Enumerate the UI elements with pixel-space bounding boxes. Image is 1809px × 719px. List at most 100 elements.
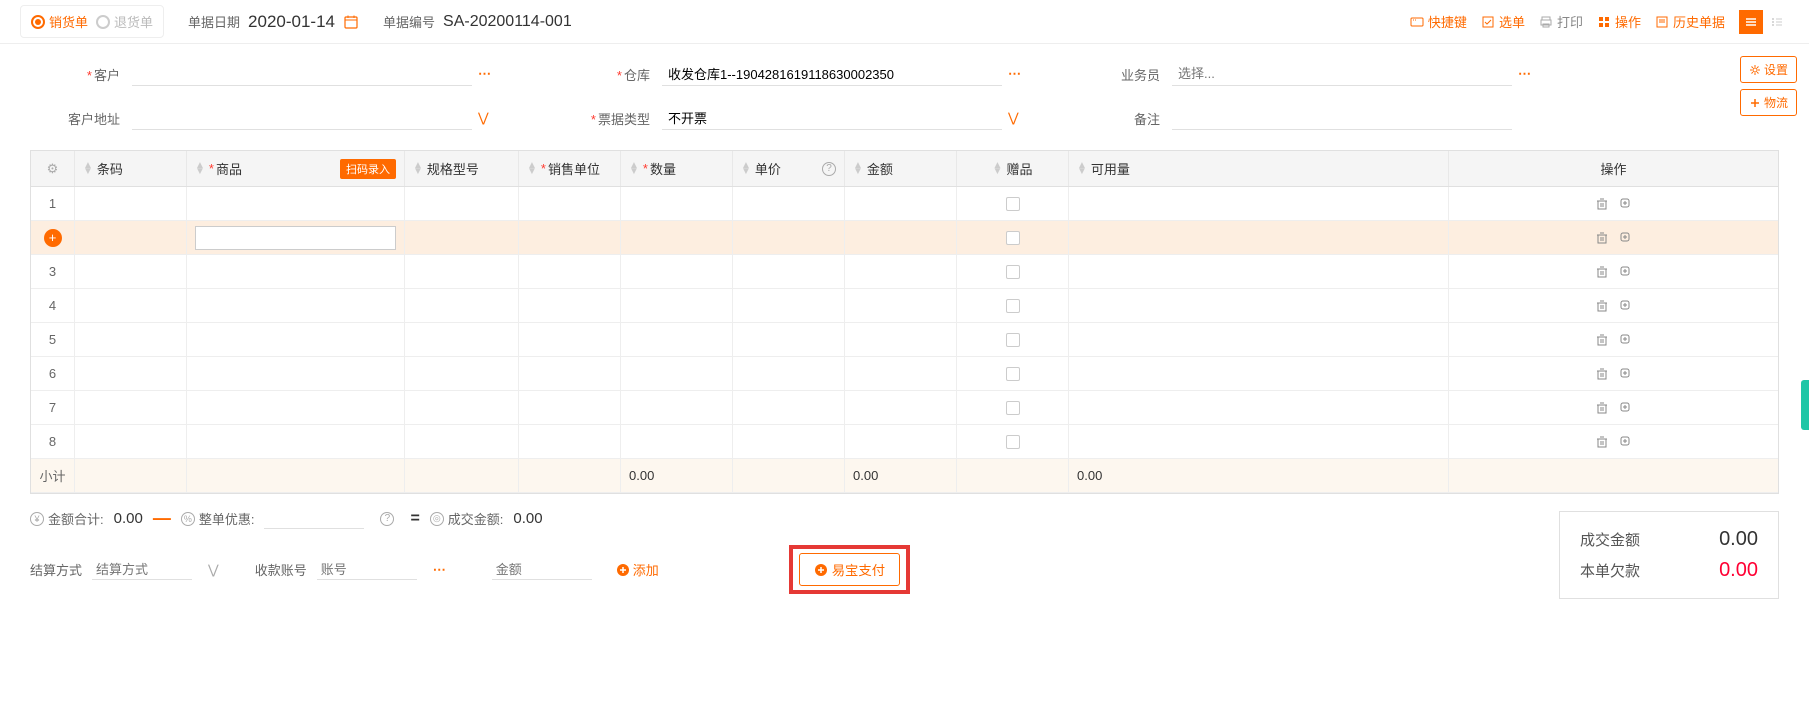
cell-spec[interactable] [405, 425, 519, 458]
invoice-dropdown-icon[interactable]: ⋁ [1002, 110, 1025, 126]
settle-dropdown-icon[interactable]: ⋁ [202, 562, 225, 578]
gift-checkbox[interactable] [1006, 231, 1020, 245]
cell-product[interactable] [187, 425, 405, 458]
th-qty[interactable]: ▲▼*数量 [621, 151, 733, 186]
gift-checkbox[interactable] [1006, 401, 1020, 415]
logistics-button[interactable]: 物流 [1740, 89, 1797, 116]
product-cell-input[interactable] [195, 226, 396, 250]
cell-amount[interactable] [845, 323, 957, 356]
cell-barcode[interactable] [75, 221, 187, 254]
cell-amount[interactable] [845, 187, 957, 220]
gift-checkbox[interactable] [1006, 299, 1020, 313]
remark-input[interactable] [1172, 106, 1512, 130]
cell-unit[interactable] [519, 187, 621, 220]
add-row-button[interactable]: + [44, 229, 62, 247]
help-icon[interactable]: ? [822, 162, 836, 176]
th-settings[interactable]: ⚙ [31, 151, 75, 186]
customer-more-icon[interactable]: ⋯ [472, 66, 497, 82]
cell-price[interactable] [733, 391, 845, 424]
cell-unit[interactable] [519, 391, 621, 424]
cell-qty[interactable] [621, 289, 733, 322]
cell-barcode[interactable] [75, 391, 187, 424]
cell-unit[interactable] [519, 255, 621, 288]
cell-price[interactable] [733, 255, 845, 288]
cell-gift[interactable] [957, 391, 1069, 424]
settle-input[interactable] [92, 560, 192, 580]
select-order-button[interactable]: 选单 [1481, 12, 1525, 31]
shortcut-button[interactable]: 快捷键 [1410, 12, 1467, 31]
warehouse-input[interactable] [662, 62, 1002, 86]
delete-row-icon[interactable] [1595, 230, 1609, 246]
cell-amount[interactable] [845, 255, 957, 288]
history-button[interactable]: 历史单据 [1655, 12, 1725, 31]
th-amount[interactable]: ▲▼金额 [845, 151, 957, 186]
th-spec[interactable]: ▲▼规格型号 [405, 151, 519, 186]
salesman-input[interactable] [1172, 62, 1512, 86]
cell-price[interactable] [733, 187, 845, 220]
cell-product[interactable] [187, 221, 405, 254]
customer-input[interactable] [132, 62, 472, 86]
th-sales-unit[interactable]: ▲▼*销售单位 [519, 151, 621, 186]
cell-product[interactable] [187, 255, 405, 288]
cell-qty[interactable] [621, 391, 733, 424]
copy-row-icon[interactable] [1619, 434, 1633, 450]
copy-row-icon[interactable] [1619, 196, 1633, 212]
operate-button[interactable]: 操作 [1597, 12, 1641, 31]
cell-barcode[interactable] [75, 255, 187, 288]
cell-barcode[interactable] [75, 187, 187, 220]
cell-amount[interactable] [845, 357, 957, 390]
copy-row-icon[interactable] [1619, 400, 1633, 416]
cell-qty[interactable] [621, 425, 733, 458]
cell-unit[interactable] [519, 323, 621, 356]
cell-product[interactable] [187, 391, 405, 424]
copy-row-icon[interactable] [1619, 332, 1633, 348]
settings-button[interactable]: 设置 [1740, 56, 1797, 83]
delete-row-icon[interactable] [1595, 400, 1609, 416]
print-button[interactable]: 打印 [1539, 12, 1583, 31]
cell-product[interactable] [187, 187, 405, 220]
cell-barcode[interactable] [75, 323, 187, 356]
cell-price[interactable] [733, 323, 845, 356]
th-product[interactable]: ▲▼*商品扫码录入 [187, 151, 405, 186]
cell-spec[interactable] [405, 187, 519, 220]
invoice-type-input[interactable] [662, 106, 1002, 130]
cell-spec[interactable] [405, 323, 519, 356]
delete-row-icon[interactable] [1595, 434, 1609, 450]
gift-checkbox[interactable] [1006, 435, 1020, 449]
th-gift[interactable]: ▲▼赠品 [957, 151, 1069, 186]
cell-gift[interactable] [957, 221, 1069, 254]
copy-row-icon[interactable] [1619, 366, 1633, 382]
yibao-pay-button[interactable]: 易宝支付 [799, 553, 900, 586]
radio-return-order[interactable]: 退货单 [96, 12, 153, 31]
discount-input[interactable] [264, 509, 364, 529]
account-input[interactable] [317, 560, 417, 580]
amount-input[interactable] [492, 560, 592, 580]
gift-checkbox[interactable] [1006, 367, 1020, 381]
gift-checkbox[interactable] [1006, 197, 1020, 211]
radio-sales-order[interactable]: 销货单 [31, 12, 88, 31]
help-icon[interactable]: ? [380, 512, 394, 526]
salesman-more-icon[interactable]: ⋯ [1512, 66, 1537, 82]
copy-row-icon[interactable] [1619, 264, 1633, 280]
cell-product[interactable] [187, 357, 405, 390]
delete-row-icon[interactable] [1595, 332, 1609, 348]
gift-checkbox[interactable] [1006, 333, 1020, 347]
scan-button[interactable]: 扫码录入 [340, 159, 396, 179]
copy-row-icon[interactable] [1619, 230, 1633, 246]
cell-product[interactable] [187, 323, 405, 356]
cell-unit[interactable] [519, 425, 621, 458]
th-price[interactable]: ▲▼单价? [733, 151, 845, 186]
cell-spec[interactable] [405, 289, 519, 322]
cell-qty[interactable] [621, 255, 733, 288]
view-compact-button[interactable] [1739, 10, 1763, 34]
cell-qty[interactable] [621, 323, 733, 356]
account-more-icon[interactable]: ⋯ [427, 562, 452, 578]
cell-price[interactable] [733, 289, 845, 322]
address-input[interactable] [132, 106, 472, 130]
cell-barcode[interactable] [75, 289, 187, 322]
cell-product[interactable] [187, 289, 405, 322]
cell-amount[interactable] [845, 289, 957, 322]
cell-amount[interactable] [845, 391, 957, 424]
cell-gift[interactable] [957, 323, 1069, 356]
cell-spec[interactable] [405, 221, 519, 254]
